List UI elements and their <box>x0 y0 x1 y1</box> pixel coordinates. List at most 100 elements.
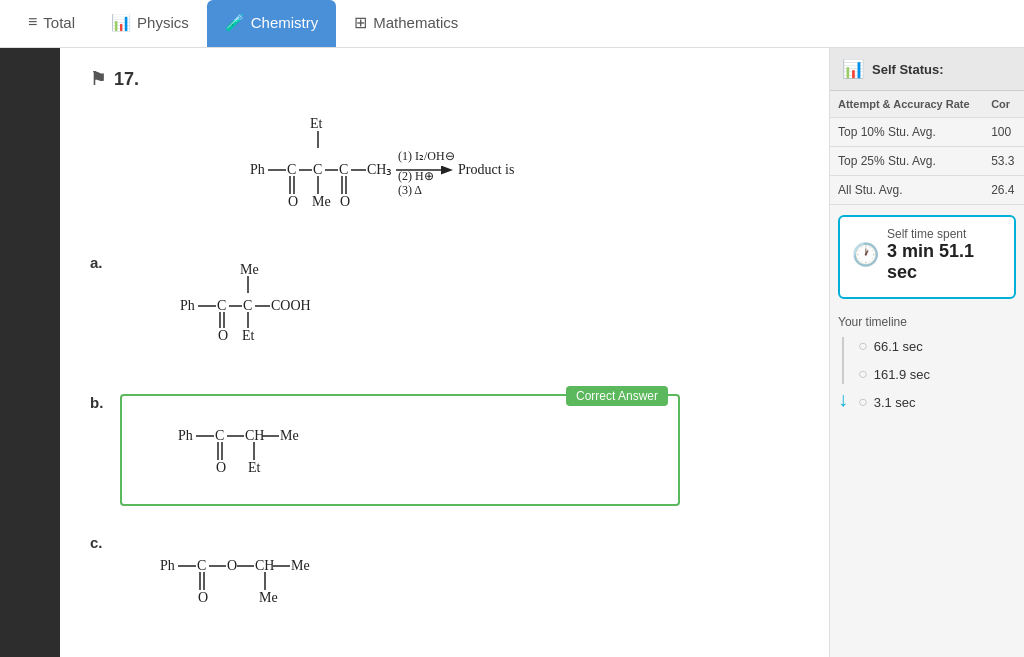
time-value: 3 min 51.1 sec <box>887 241 1002 283</box>
svg-text:O: O <box>288 194 298 209</box>
bar-chart-icon: 📊 <box>842 58 864 80</box>
svg-text:Et: Et <box>242 328 255 343</box>
timeline-left: ↓ <box>838 337 848 411</box>
timeline-entries: ○ 66.1 sec ○ 161.9 sec ○ 3.1 sec <box>858 337 930 411</box>
option-b: b. Correct Answer Ph C O CH Et <box>90 394 799 506</box>
circle-icon-2: ○ <box>858 365 868 383</box>
option-a-content: Me Ph C O C Et COOH <box>120 254 420 366</box>
left-sidebar <box>0 48 60 657</box>
mathematics-icon: ⊞ <box>354 13 367 32</box>
svg-text:Me: Me <box>259 590 278 605</box>
col-header-attempt: Attempt & Accuracy Rate <box>830 91 983 118</box>
svg-text:O: O <box>218 328 228 343</box>
time-spent-box: 🕐 Self time spent 3 min 51.1 sec <box>838 215 1016 299</box>
table-row: Top 10% Stu. Avg. 100 <box>830 118 1024 147</box>
flag-icon: ⚑ <box>90 68 106 90</box>
question-area: ⚑ 17. Et Ph C O <box>60 48 829 657</box>
svg-text:CH: CH <box>255 558 274 573</box>
timeline-title: Your timeline <box>838 315 1016 329</box>
time-label: Self time spent <box>887 227 1002 241</box>
option-c-svg: Ph C O O CH Me Me <box>120 538 480 618</box>
self-status-title: Self Status: <box>872 62 944 77</box>
question-formula: Et Ph C O C Me <box>90 106 799 230</box>
tab-mathematics[interactable]: ⊞ Mathematics <box>336 0 476 47</box>
arrow-down-icon: ↓ <box>838 388 848 411</box>
option-a: a. Me Ph C O C <box>90 254 799 366</box>
chemistry-icon: 🧪 <box>225 13 245 32</box>
right-panel: 📊 Self Status: Attempt & Accuracy Rate C… <box>829 48 1024 657</box>
svg-text:O: O <box>340 194 350 209</box>
circle-icon-3: ○ <box>858 393 868 411</box>
svg-text:Ph: Ph <box>178 428 193 443</box>
svg-text:Me: Me <box>291 558 310 573</box>
timeline-line <box>842 337 844 384</box>
svg-text:Product is: Product is <box>458 162 514 177</box>
row-label-top25: Top 25% Stu. Avg. <box>830 147 983 176</box>
svg-text:CH: CH <box>245 428 264 443</box>
tab-chemistry[interactable]: 🧪 Chemistry <box>207 0 337 47</box>
svg-text:Me: Me <box>240 262 259 277</box>
table-row: Top 25% Stu. Avg. 53.3 <box>830 147 1024 176</box>
row-value-all: 26.4 <box>983 176 1024 205</box>
svg-text:COOH: COOH <box>271 298 311 313</box>
tab-total[interactable]: ≡ Total <box>10 0 93 47</box>
tab-chemistry-label: Chemistry <box>251 14 319 31</box>
tab-physics[interactable]: 📊 Physics <box>93 0 207 47</box>
svg-text:CH₃: CH₃ <box>367 162 392 177</box>
svg-text:Me: Me <box>312 194 331 209</box>
timeline-section: Your timeline ↓ ○ 66.1 sec ○ 161.9 sec <box>830 309 1024 417</box>
option-b-box: Correct Answer Ph C O CH Et Me <box>120 394 680 506</box>
tab-mathematics-label: Mathematics <box>373 14 458 31</box>
time-spent-header: 🕐 Self time spent 3 min 51.1 sec <box>852 227 1002 283</box>
svg-text:C: C <box>313 162 322 177</box>
svg-text:Et: Et <box>310 116 323 131</box>
svg-text:O: O <box>227 558 237 573</box>
question-formula-svg: Et Ph C O C Me <box>90 106 650 226</box>
option-b-label: b. <box>90 394 110 411</box>
option-c-content: Ph C O O CH Me Me <box>120 534 480 626</box>
physics-icon: 📊 <box>111 13 131 32</box>
timeline-items: ↓ ○ 66.1 sec ○ 161.9 sec ○ 3.1 sec <box>838 337 1016 411</box>
tab-total-label: Total <box>43 14 75 31</box>
svg-text:(1) I₂/OH⊖: (1) I₂/OH⊖ <box>398 149 455 163</box>
svg-text:C: C <box>287 162 296 177</box>
timeline-entry-2: ○ 161.9 sec <box>858 365 930 383</box>
svg-text:(2) H⊕: (2) H⊕ <box>398 169 434 183</box>
timeline-time-2: 161.9 sec <box>874 367 930 382</box>
table-row: All Stu. Avg. 26.4 <box>830 176 1024 205</box>
timeline-entry-1: ○ 66.1 sec <box>858 337 930 355</box>
svg-text:O: O <box>198 590 208 605</box>
total-icon: ≡ <box>28 13 37 31</box>
row-value-top25: 53.3 <box>983 147 1024 176</box>
question-header: ⚑ 17. <box>90 68 799 90</box>
row-label-top10: Top 10% Stu. Avg. <box>830 118 983 147</box>
svg-text:Ph: Ph <box>250 162 265 177</box>
svg-text:O: O <box>216 460 226 475</box>
option-c: c. Ph C O O CH Me <box>90 534 799 626</box>
option-b-svg: Ph C O CH Et Me <box>138 408 438 488</box>
svg-text:C: C <box>197 558 206 573</box>
svg-text:C: C <box>217 298 226 313</box>
timeline-time-1: 66.1 sec <box>874 339 923 354</box>
row-value-top10: 100 <box>983 118 1024 147</box>
svg-text:Ph: Ph <box>160 558 175 573</box>
svg-text:C: C <box>215 428 224 443</box>
circle-icon-1: ○ <box>858 337 868 355</box>
stats-table: Attempt & Accuracy Rate Cor Top 10% Stu.… <box>830 91 1024 205</box>
timeline-time-3: 3.1 sec <box>874 395 916 410</box>
question-number: 17. <box>114 69 139 90</box>
correct-answer-badge: Correct Answer <box>566 386 668 406</box>
self-status-header: 📊 Self Status: <box>830 48 1024 91</box>
row-label-all: All Stu. Avg. <box>830 176 983 205</box>
svg-text:Et: Et <box>248 460 261 475</box>
svg-text:C: C <box>339 162 348 177</box>
option-c-label: c. <box>90 534 110 551</box>
col-header-cor: Cor <box>983 91 1024 118</box>
option-a-label: a. <box>90 254 110 271</box>
timeline-entry-3: ○ 3.1 sec <box>858 393 930 411</box>
svg-text:Ph: Ph <box>180 298 195 313</box>
svg-text:(3) Δ: (3) Δ <box>398 183 422 197</box>
main-content: ⚑ 17. Et Ph C O <box>0 48 1024 657</box>
tabs-bar: ≡ Total 📊 Physics 🧪 Chemistry ⊞ Mathemat… <box>0 0 1024 48</box>
clock-icon: 🕐 <box>852 242 879 268</box>
